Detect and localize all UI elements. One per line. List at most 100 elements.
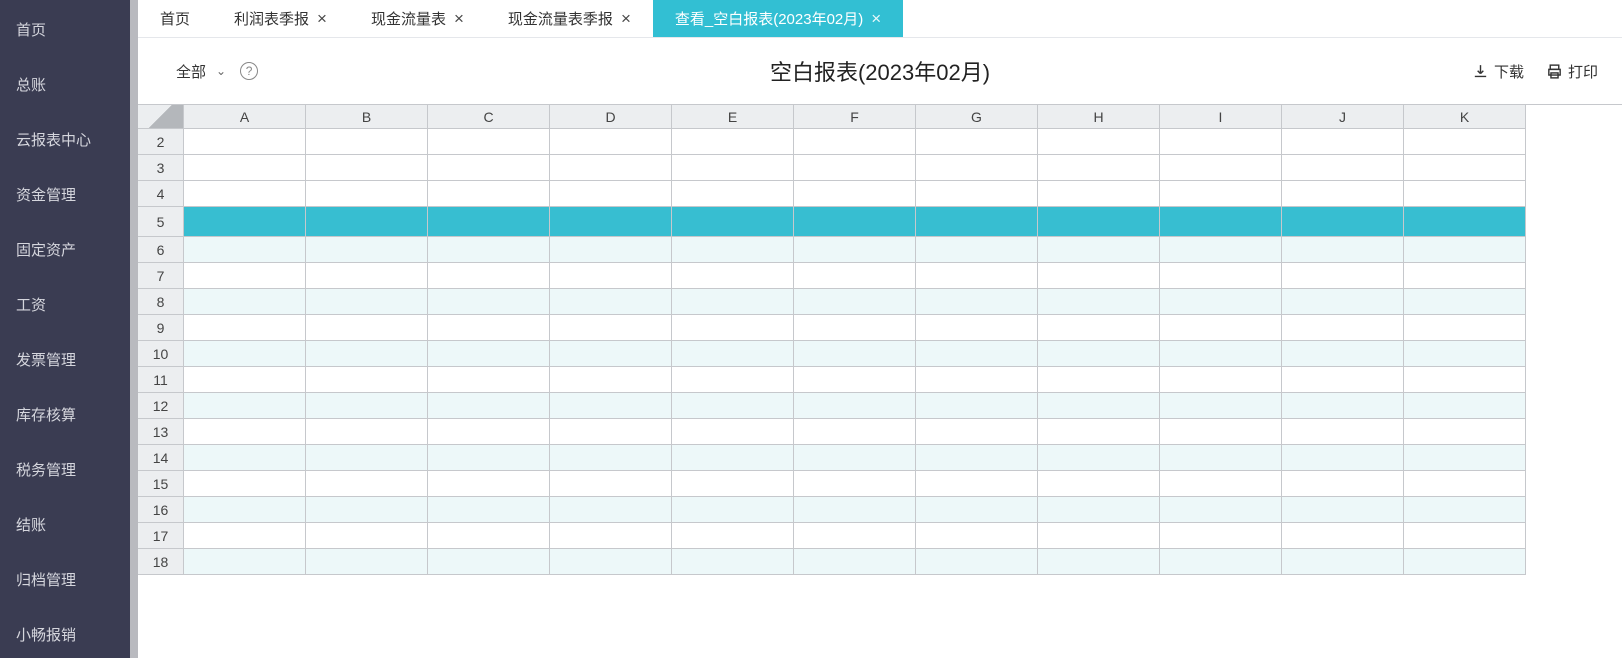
- cell-G4[interactable]: [916, 181, 1038, 207]
- cell-K2[interactable]: [1404, 129, 1526, 155]
- cell-A3[interactable]: [184, 155, 306, 181]
- cell-A6[interactable]: [184, 237, 306, 263]
- cell-K8[interactable]: [1404, 289, 1526, 315]
- cell-A16[interactable]: [184, 497, 306, 523]
- cell-E15[interactable]: [672, 471, 794, 497]
- cell-C6[interactable]: [428, 237, 550, 263]
- cell-F8[interactable]: [794, 289, 916, 315]
- cell-A2[interactable]: [184, 129, 306, 155]
- cell-B6[interactable]: [306, 237, 428, 263]
- cell-D11[interactable]: [550, 367, 672, 393]
- cell-H11[interactable]: [1038, 367, 1160, 393]
- col-header-C[interactable]: C: [428, 105, 550, 129]
- cell-I13[interactable]: [1160, 419, 1282, 445]
- row-header-18[interactable]: 18: [138, 549, 184, 575]
- col-header-K[interactable]: K: [1404, 105, 1526, 129]
- cell-I11[interactable]: [1160, 367, 1282, 393]
- cell-G13[interactable]: [916, 419, 1038, 445]
- cell-J18[interactable]: [1282, 549, 1404, 575]
- cell-C8[interactable]: [428, 289, 550, 315]
- cell-E9[interactable]: [672, 315, 794, 341]
- filter-dropdown[interactable]: 全部 ⌄: [176, 61, 226, 82]
- cell-F10[interactable]: [794, 341, 916, 367]
- cell-D3[interactable]: [550, 155, 672, 181]
- row-header-8[interactable]: 8: [138, 289, 184, 315]
- cell-J6[interactable]: [1282, 237, 1404, 263]
- cell-B4[interactable]: [306, 181, 428, 207]
- cell-G7[interactable]: [916, 263, 1038, 289]
- tab-1[interactable]: 利润表季报×: [212, 0, 349, 37]
- cell-K9[interactable]: [1404, 315, 1526, 341]
- sidebar-item-1[interactable]: 总账: [0, 57, 130, 112]
- cell-H10[interactable]: [1038, 341, 1160, 367]
- row-header-14[interactable]: 14: [138, 445, 184, 471]
- sidebar-item-10[interactable]: 归档管理: [0, 552, 130, 607]
- cell-I4[interactable]: [1160, 181, 1282, 207]
- cell-F7[interactable]: [794, 263, 916, 289]
- cell-G15[interactable]: [916, 471, 1038, 497]
- cell-C16[interactable]: [428, 497, 550, 523]
- sidebar-item-8[interactable]: 税务管理: [0, 442, 130, 497]
- cell-A15[interactable]: [184, 471, 306, 497]
- cell-I12[interactable]: [1160, 393, 1282, 419]
- cell-D10[interactable]: [550, 341, 672, 367]
- cell-H12[interactable]: [1038, 393, 1160, 419]
- cell-E14[interactable]: [672, 445, 794, 471]
- row-header-5[interactable]: 5: [138, 207, 184, 237]
- cell-J7[interactable]: [1282, 263, 1404, 289]
- cell-D7[interactable]: [550, 263, 672, 289]
- col-header-I[interactable]: I: [1160, 105, 1282, 129]
- cell-G17[interactable]: [916, 523, 1038, 549]
- select-all-corner[interactable]: [138, 105, 184, 129]
- tab-3[interactable]: 现金流量表季报×: [486, 0, 653, 37]
- cell-C5[interactable]: [428, 207, 550, 237]
- cell-E10[interactable]: [672, 341, 794, 367]
- col-header-G[interactable]: G: [916, 105, 1038, 129]
- cell-F18[interactable]: [794, 549, 916, 575]
- sidebar-item-7[interactable]: 库存核算: [0, 387, 130, 442]
- col-header-H[interactable]: H: [1038, 105, 1160, 129]
- cell-J10[interactable]: [1282, 341, 1404, 367]
- row-header-2[interactable]: 2: [138, 129, 184, 155]
- cell-A11[interactable]: [184, 367, 306, 393]
- cell-J9[interactable]: [1282, 315, 1404, 341]
- cell-C14[interactable]: [428, 445, 550, 471]
- cell-E6[interactable]: [672, 237, 794, 263]
- row-header-6[interactable]: 6: [138, 237, 184, 263]
- cell-D18[interactable]: [550, 549, 672, 575]
- cell-B2[interactable]: [306, 129, 428, 155]
- cell-F13[interactable]: [794, 419, 916, 445]
- row-header-16[interactable]: 16: [138, 497, 184, 523]
- cell-I14[interactable]: [1160, 445, 1282, 471]
- cell-K12[interactable]: [1404, 393, 1526, 419]
- close-icon[interactable]: ×: [317, 10, 327, 27]
- cell-H9[interactable]: [1038, 315, 1160, 341]
- cell-K13[interactable]: [1404, 419, 1526, 445]
- sidebar-item-0[interactable]: 首页: [0, 2, 130, 57]
- sidebar-item-5[interactable]: 工资: [0, 277, 130, 332]
- cell-E12[interactable]: [672, 393, 794, 419]
- row-header-7[interactable]: 7: [138, 263, 184, 289]
- tab-4[interactable]: 查看_空白报表(2023年02月)×: [653, 0, 903, 37]
- row-header-13[interactable]: 13: [138, 419, 184, 445]
- spreadsheet[interactable]: ABCDEFGHIJK23456789101112131415161718: [138, 104, 1622, 658]
- cell-B5[interactable]: [306, 207, 428, 237]
- cell-F11[interactable]: [794, 367, 916, 393]
- cell-F16[interactable]: [794, 497, 916, 523]
- cell-K11[interactable]: [1404, 367, 1526, 393]
- cell-E7[interactable]: [672, 263, 794, 289]
- cell-A5[interactable]: [184, 207, 306, 237]
- cell-E16[interactable]: [672, 497, 794, 523]
- cell-I17[interactable]: [1160, 523, 1282, 549]
- cell-F4[interactable]: [794, 181, 916, 207]
- cell-D13[interactable]: [550, 419, 672, 445]
- cell-B15[interactable]: [306, 471, 428, 497]
- close-icon[interactable]: ×: [871, 10, 881, 27]
- cell-F14[interactable]: [794, 445, 916, 471]
- cell-H7[interactable]: [1038, 263, 1160, 289]
- sidebar-item-4[interactable]: 固定资产: [0, 222, 130, 277]
- cell-H15[interactable]: [1038, 471, 1160, 497]
- cell-G16[interactable]: [916, 497, 1038, 523]
- cell-I6[interactable]: [1160, 237, 1282, 263]
- print-button[interactable]: 打印: [1546, 61, 1598, 82]
